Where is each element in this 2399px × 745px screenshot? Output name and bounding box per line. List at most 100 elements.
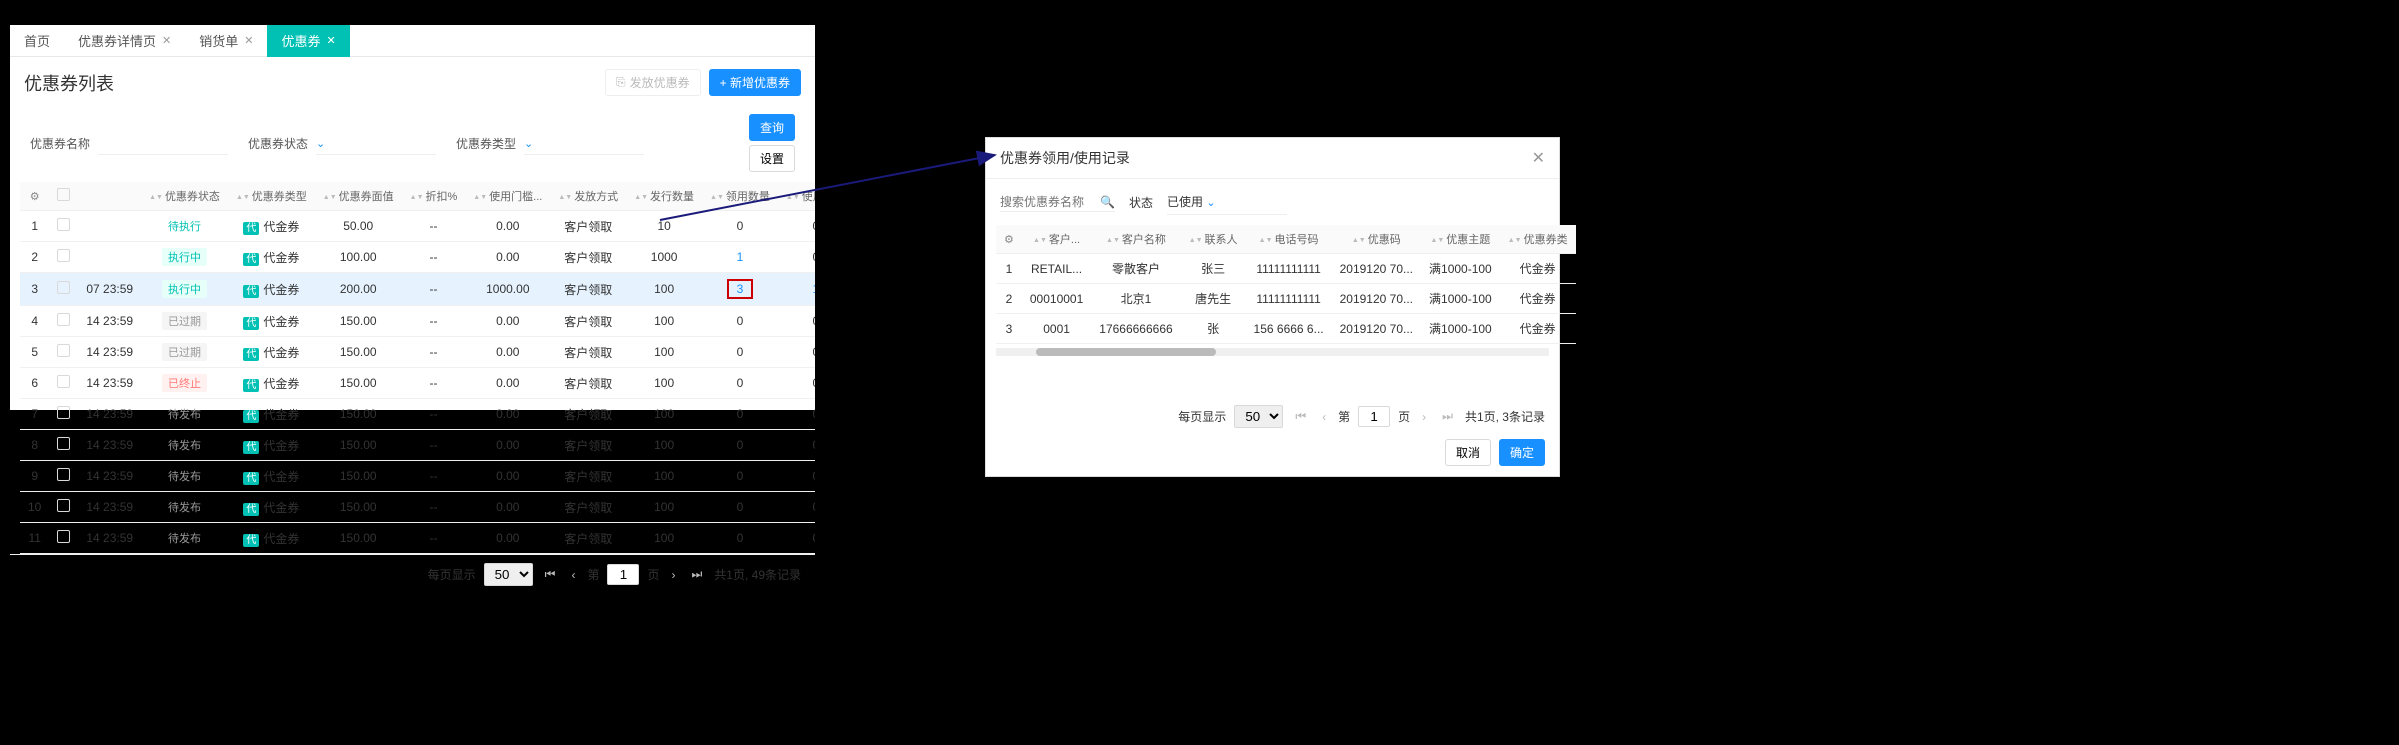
- table-row[interactable]: 1114 23:59待发布代代金券150.00--0.00客户领取10000⇱⊞: [20, 523, 815, 554]
- table-row[interactable]: 914 23:59待发布代代金券150.00--0.00客户领取10000⇱⊞: [20, 461, 815, 492]
- tab-优惠券详情页[interactable]: 优惠券详情页✕: [64, 25, 185, 57]
- row-checkbox[interactable]: [57, 437, 70, 450]
- modal-search[interactable]: 🔍: [1000, 193, 1115, 212]
- column-header[interactable]: ▲▼使用门槛...: [465, 182, 550, 211]
- table-row[interactable]: 614 23:59已终止代代金券150.00--0.00客户领取10000⇱⊞: [20, 368, 815, 399]
- sort-icon[interactable]: ▲▼: [710, 195, 724, 200]
- filter-type-select[interactable]: ⌄: [524, 132, 644, 155]
- column-header[interactable]: ⚙: [996, 225, 1022, 254]
- row-checkbox[interactable]: [57, 281, 70, 294]
- modal-page-input[interactable]: [1358, 406, 1390, 427]
- prev-page-icon[interactable]: ‹: [567, 568, 579, 582]
- sort-icon[interactable]: ▲▼: [236, 195, 250, 200]
- column-header[interactable]: ▲▼发放方式: [550, 182, 626, 211]
- sort-icon[interactable]: ▲▼: [1430, 238, 1444, 243]
- scrollbar-thumb[interactable]: [1036, 348, 1216, 356]
- ok-button[interactable]: 确定: [1499, 439, 1545, 466]
- gear-icon[interactable]: ⚙: [30, 191, 40, 203]
- table-row[interactable]: 1待执行代代金券50.00--0.00客户领取1000⇱⊞: [20, 211, 815, 242]
- column-header[interactable]: ▲▼客户...: [1022, 225, 1091, 254]
- table-row[interactable]: 514 23:59已过期代代金券150.00--0.00客户领取10000⇱⊞: [20, 337, 815, 368]
- modal-per-page-select[interactable]: 50: [1234, 405, 1283, 428]
- row-checkbox[interactable]: [57, 249, 70, 262]
- table-row[interactable]: 307 23:59执行中代代金券200.00--1000.00客户领取10031…: [20, 273, 815, 306]
- row-checkbox[interactable]: [57, 530, 70, 543]
- table-row[interactable]: 414 23:59已过期代代金券150.00--0.00客户领取10000⇱⊞: [20, 306, 815, 337]
- tab-优惠券[interactable]: 优惠券✕: [267, 25, 349, 57]
- sort-icon[interactable]: ▲▼: [410, 195, 424, 200]
- search-button[interactable]: 查询: [749, 114, 795, 141]
- column-header[interactable]: ▲▼领用数量: [702, 182, 778, 211]
- used-count-link[interactable]: 1: [812, 282, 815, 296]
- horizontal-scrollbar[interactable]: [996, 348, 1549, 356]
- row-checkbox[interactable]: [57, 313, 70, 326]
- table-row[interactable]: 2执行中代代金券100.00--0.00客户领取100010⇱⊞: [20, 242, 815, 273]
- per-page-select[interactable]: 50: [484, 563, 533, 586]
- row-checkbox[interactable]: [57, 499, 70, 512]
- column-header[interactable]: ▲▼优惠码: [1332, 225, 1421, 254]
- sort-icon[interactable]: ▲▼: [149, 195, 163, 200]
- next-page-icon[interactable]: ›: [667, 568, 679, 582]
- cancel-button[interactable]: 取消: [1445, 439, 1491, 466]
- add-coupon-button[interactable]: + 新增优惠券: [709, 69, 801, 96]
- sort-icon[interactable]: ▲▼: [634, 195, 648, 200]
- table-row[interactable]: 3000117666666666张156 6666 6...2019120 70…: [996, 314, 1576, 344]
- gear-icon[interactable]: ⚙: [1004, 234, 1014, 246]
- filter-status-select[interactable]: ⌄: [316, 132, 436, 155]
- tab-首页[interactable]: 首页: [10, 25, 64, 57]
- page-input[interactable]: [607, 564, 639, 585]
- sort-icon[interactable]: ▲▼: [786, 195, 800, 200]
- column-header[interactable]: ▲▼优惠券类型: [228, 182, 315, 211]
- row-checkbox[interactable]: [57, 344, 70, 357]
- modal-search-input[interactable]: [1000, 195, 1100, 209]
- claimed-count-link[interactable]: 3: [727, 279, 754, 299]
- filter-name-input[interactable]: [98, 131, 228, 155]
- first-page-icon[interactable]: ⏮: [541, 567, 560, 582]
- modal-status-select[interactable]: 已使用 ⌄: [1167, 189, 1287, 215]
- column-header[interactable]: ▲▼优惠主题: [1421, 225, 1500, 254]
- column-header[interactable]: ▲▼联系人: [1181, 225, 1246, 254]
- column-header[interactable]: ⚙: [20, 182, 49, 211]
- close-icon[interactable]: ✕: [162, 34, 171, 47]
- next-page-icon[interactable]: ›: [1418, 410, 1430, 424]
- close-icon[interactable]: ✕: [244, 34, 253, 47]
- table-row[interactable]: 200010001北京1唐先生111111111112019120 70...满…: [996, 284, 1576, 314]
- column-header[interactable]: ▲▼使用数量: [778, 182, 815, 211]
- row-checkbox[interactable]: [57, 218, 70, 231]
- prev-page-icon[interactable]: ‹: [1318, 410, 1330, 424]
- claimed-count-link[interactable]: 1: [737, 250, 744, 264]
- tab-销货单[interactable]: 销货单✕: [185, 25, 267, 57]
- sort-icon[interactable]: ▲▼: [1189, 238, 1203, 243]
- row-checkbox[interactable]: [57, 375, 70, 388]
- issue-coupon-button[interactable]: ⎘ 发放优惠券: [605, 69, 701, 96]
- close-icon[interactable]: ✕: [1532, 148, 1545, 168]
- sort-icon[interactable]: ▲▼: [1508, 238, 1522, 243]
- sort-icon[interactable]: ▲▼: [1352, 238, 1366, 243]
- sort-icon[interactable]: ▲▼: [1106, 238, 1120, 243]
- row-checkbox[interactable]: [57, 406, 70, 419]
- table-row[interactable]: 1RETAIL...零散客户张三111111111112019120 70...…: [996, 254, 1576, 284]
- sort-icon[interactable]: ▲▼: [323, 195, 337, 200]
- last-page-icon[interactable]: ⏭: [1438, 409, 1457, 424]
- column-header[interactable]: ▲▼电话号码: [1246, 225, 1332, 254]
- search-icon[interactable]: 🔍: [1100, 195, 1115, 209]
- last-page-icon[interactable]: ⏭: [687, 567, 706, 582]
- column-header[interactable]: ▲▼优惠券面值: [315, 182, 402, 211]
- close-icon[interactable]: ✕: [327, 34, 336, 47]
- row-checkbox[interactable]: [57, 468, 70, 481]
- column-header[interactable]: ▲▼优惠券状态: [141, 182, 228, 211]
- column-header[interactable]: [49, 182, 78, 211]
- settings-button[interactable]: 设置: [749, 145, 795, 172]
- table-row[interactable]: 1014 23:59待发布代代金券150.00--0.00客户领取10000⇱⊞: [20, 492, 815, 523]
- column-header[interactable]: ▲▼客户名称: [1091, 225, 1180, 254]
- first-page-icon[interactable]: ⏮: [1291, 409, 1310, 424]
- column-header[interactable]: ▲▼发行数量: [626, 182, 702, 211]
- table-row[interactable]: 714 23:59待发布代代金券150.00--0.00客户领取10000⇱⊞: [20, 399, 815, 430]
- table-row[interactable]: 814 23:59待发布代代金券150.00--0.00客户领取10000⇱⊞: [20, 430, 815, 461]
- column-header[interactable]: ▲▼折扣%: [402, 182, 466, 211]
- column-header[interactable]: ▲▼优惠券类: [1500, 225, 1576, 254]
- sort-icon[interactable]: ▲▼: [1033, 238, 1047, 243]
- column-header[interactable]: [78, 182, 141, 211]
- select-all-checkbox[interactable]: [57, 188, 70, 201]
- sort-icon[interactable]: ▲▼: [558, 195, 572, 200]
